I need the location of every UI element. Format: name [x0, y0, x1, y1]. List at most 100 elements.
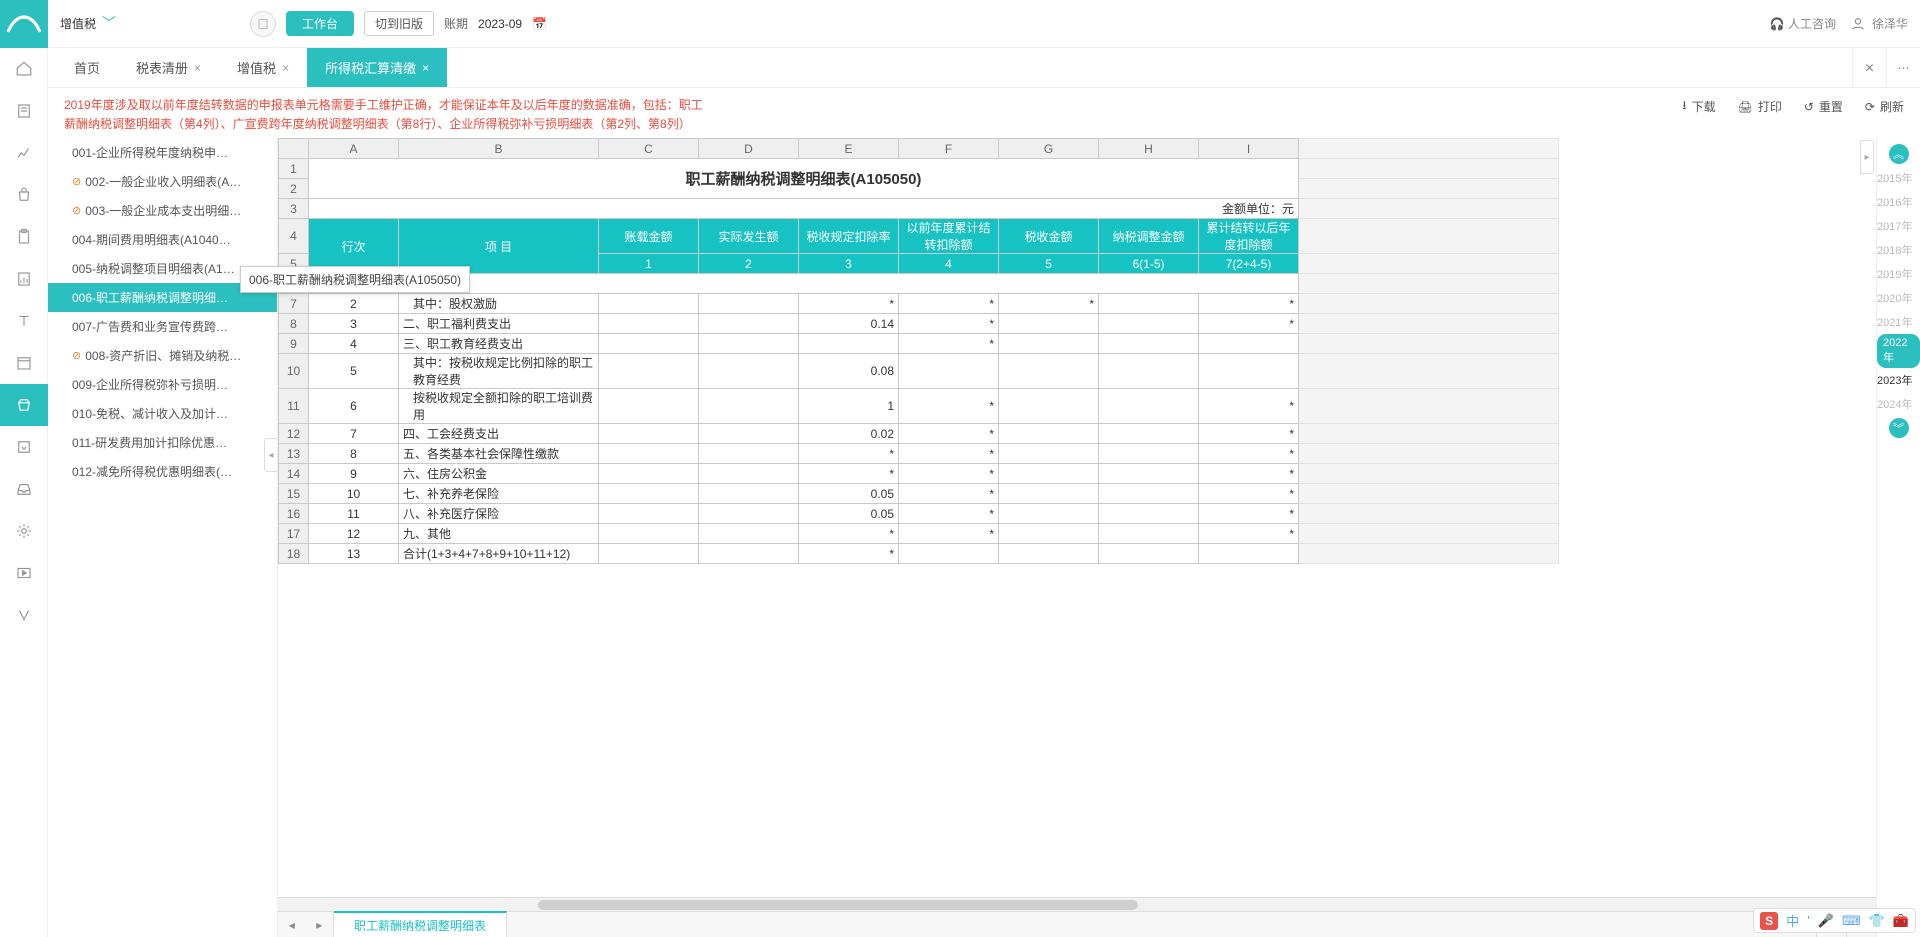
- tree-item[interactable]: ⊘002-一般企业收入明细表(A…: [48, 167, 277, 196]
- table-row[interactable]: 72其中：股权激励****: [279, 294, 1559, 314]
- tree-item[interactable]: ⊘003-一般企业成本支出明细…: [48, 196, 277, 225]
- year-2019年[interactable]: 2019年: [1877, 262, 1920, 286]
- switch-old-version-button[interactable]: 切到旧版: [364, 11, 434, 36]
- year-2015年[interactable]: 2015年: [1877, 166, 1920, 190]
- user-menu[interactable]: 徐泽华: [1850, 15, 1908, 32]
- tree-item-tooltip: 006-职工薪酬纳税调整明细表(A105050): [240, 266, 470, 293]
- table-row[interactable]: 1712九、其他***: [279, 524, 1559, 544]
- rail-tax-icon[interactable]: [0, 384, 48, 426]
- table-row[interactable]: 105其中：按税收规定比例扣除的职工教育经费0.08: [279, 354, 1559, 389]
- tree-item[interactable]: 009-企业所得税弥补亏损明…: [48, 370, 277, 399]
- consult-link[interactable]: 🎧 人工咨询: [1770, 15, 1836, 32]
- col-header[interactable]: H: [1099, 139, 1199, 159]
- org-tree-button[interactable]: [250, 11, 276, 37]
- table-row[interactable]: 1611八、补充医疗保险0.05**: [279, 504, 1559, 524]
- year-2024年[interactable]: 2024年: [1877, 392, 1920, 416]
- tax-type-selector[interactable]: 增值税 ﹀: [60, 13, 240, 34]
- tree-item[interactable]: 010-免税、减计收入及加计…: [48, 399, 277, 428]
- col-header[interactable]: A: [309, 139, 399, 159]
- close-icon[interactable]: ×: [422, 61, 429, 75]
- year-2016年[interactable]: 2016年: [1877, 190, 1920, 214]
- table-row[interactable]: 1510七、补充养老保险0.05**: [279, 484, 1559, 504]
- table-row[interactable]: 127四、工会经费支出0.02**: [279, 424, 1559, 444]
- left-nav-rail: [0, 0, 48, 937]
- refresh-button[interactable]: ⟳ 刷新: [1865, 98, 1904, 115]
- tree-item[interactable]: 004-期间费用明细表(A1040…: [48, 225, 277, 254]
- page-tabs: 首页税表清册×增值税×所得税汇算清缴× ✕ ⋯: [48, 48, 1920, 88]
- col-header[interactable]: C: [599, 139, 699, 159]
- col-header[interactable]: B: [399, 139, 599, 159]
- table-row[interactable]: 116按税收规定全额扣除的职工培训费用1**: [279, 389, 1559, 424]
- year-2021年[interactable]: 2021年: [1877, 310, 1920, 334]
- close-all-tabs-button[interactable]: ✕: [1852, 48, 1886, 87]
- warning-icon: ⊘: [72, 175, 81, 188]
- reset-button[interactable]: ↺ 重置: [1804, 98, 1843, 115]
- ime-keyboard-icon: ⌨: [1842, 913, 1861, 929]
- workbench-button[interactable]: 工作台: [286, 11, 354, 36]
- year-2018年[interactable]: 2018年: [1877, 238, 1920, 262]
- table-row[interactable]: 94三、职工教育经费支出*: [279, 334, 1559, 354]
- rail-bag-icon[interactable]: [0, 174, 48, 216]
- rail-v-icon[interactable]: [0, 594, 48, 636]
- table-row[interactable]: 149六、住房公积金***: [279, 464, 1559, 484]
- download-button[interactable]: ⭳ 下载: [1682, 96, 1715, 117]
- rail-gear-icon[interactable]: [0, 510, 48, 552]
- year-2017年[interactable]: 2017年: [1877, 214, 1920, 238]
- year-2022年[interactable]: 2022年: [1877, 334, 1920, 368]
- year-down-button[interactable]: ︾: [1889, 418, 1909, 438]
- tree-item[interactable]: 001-企业所得税年度纳税申…: [48, 138, 277, 167]
- rail-report-icon[interactable]: [0, 258, 48, 300]
- col-header[interactable]: I: [1199, 139, 1299, 159]
- ime-toolbar[interactable]: S 中 ' 🎤 ⌨ 👕 🧰: [1753, 908, 1916, 933]
- tree-item[interactable]: 011-研发费用加计扣除优惠…: [48, 428, 277, 457]
- ime-toolbox-icon: 🧰: [1893, 913, 1909, 929]
- expand-sheet-button[interactable]: ▸: [1860, 140, 1874, 174]
- collapse-tree-button[interactable]: ◂: [264, 438, 278, 472]
- rail-chart-icon[interactable]: [0, 132, 48, 174]
- ime-mic-icon: 🎤: [1818, 913, 1834, 929]
- sheet-tab-nav[interactable]: ◂▸: [278, 912, 334, 937]
- user-icon: [1850, 16, 1866, 32]
- horizontal-scrollbar[interactable]: [278, 897, 1876, 911]
- warning-notice: 2019年度涉及取以前年度结转数据的申报表单元格需要手工维护正确，才能保证本年及…: [64, 96, 704, 134]
- rail-text-icon[interactable]: [0, 300, 48, 342]
- rail-invoice-icon[interactable]: [0, 90, 48, 132]
- tabs-more-button[interactable]: ⋯: [1886, 48, 1920, 87]
- tree-item[interactable]: ⊘008-资产折旧、摊销及纳税…: [48, 341, 277, 370]
- warning-icon: ⊘: [72, 204, 81, 217]
- col-header[interactable]: E: [799, 139, 899, 159]
- tab-首页[interactable]: 首页: [56, 48, 118, 87]
- ime-punct-icon: ': [1807, 913, 1809, 928]
- table-row[interactable]: 138五、各类基本社会保障性缴款***: [279, 444, 1559, 464]
- toolbar: ⭳ 下载 🖨 打印 ↺ 重置 ⟳ 刷新: [1682, 96, 1904, 117]
- year-2020年[interactable]: 2020年: [1877, 286, 1920, 310]
- tab-所得税汇算清缴[interactable]: 所得税汇算清缴×: [307, 48, 447, 87]
- sheet-tab-active[interactable]: 职工薪酬纳税调整明细表: [334, 911, 507, 937]
- period-label: 账期: [444, 15, 468, 32]
- tab-税表清册[interactable]: 税表清册×: [118, 48, 219, 87]
- close-icon[interactable]: ×: [194, 61, 201, 75]
- year-up-button[interactable]: ︽: [1889, 144, 1909, 164]
- rail-clipboard-icon[interactable]: [0, 216, 48, 258]
- print-button[interactable]: 🖨 打印: [1738, 98, 1782, 115]
- tree-item[interactable]: 007-广告费和业务宣传费跨…: [48, 312, 277, 341]
- table-row[interactable]: 1813合计(1+3+4+7+8+9+10+11+12)*: [279, 544, 1559, 564]
- tab-增值税[interactable]: 增值税×: [219, 48, 307, 87]
- rail-video-icon[interactable]: [0, 552, 48, 594]
- col-header[interactable]: F: [899, 139, 999, 159]
- col-header[interactable]: D: [699, 139, 799, 159]
- rail-inbox-icon[interactable]: [0, 468, 48, 510]
- year-2023年[interactable]: 2023年: [1877, 368, 1920, 392]
- calendar-icon[interactable]: 📅: [532, 17, 547, 31]
- close-icon[interactable]: ×: [282, 61, 289, 75]
- top-bar: 增值税 ﹀ 工作台 切到旧版 账期 2023-09 📅 🎧 人工咨询 徐泽华: [48, 0, 1920, 48]
- rail-calendar-icon[interactable]: [0, 342, 48, 384]
- rail-home-icon[interactable]: [0, 48, 48, 90]
- rail-archive-icon[interactable]: [0, 426, 48, 468]
- spreadsheet-area[interactable]: ABCDEFGHI1职工薪酬纳税调整明细表(A105050)23金额单位：元4行…: [278, 138, 1876, 897]
- table-row[interactable]: 83二、职工福利费支出0.14**: [279, 314, 1559, 334]
- ime-mode: 中: [1786, 911, 1799, 930]
- tree-item[interactable]: 012-减免所得税优惠明细表(…: [48, 457, 277, 486]
- sheet-corner: [279, 139, 309, 159]
- col-header[interactable]: G: [999, 139, 1099, 159]
